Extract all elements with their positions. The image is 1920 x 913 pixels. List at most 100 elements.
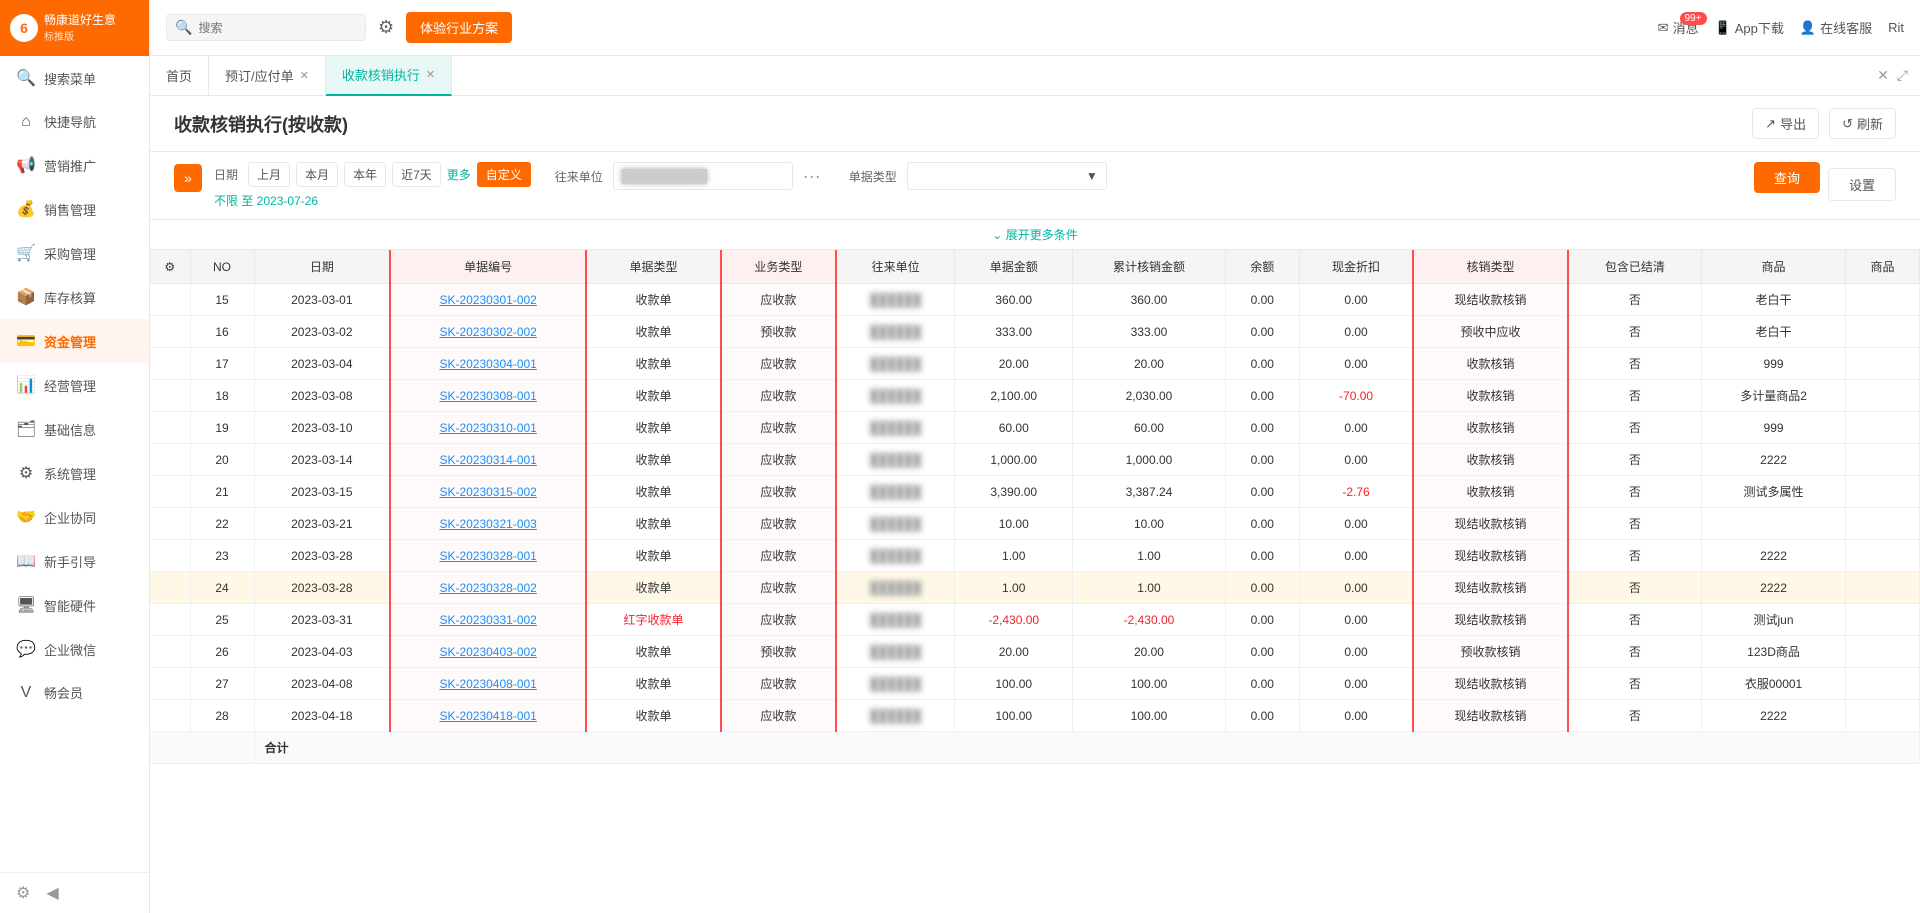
voucher-link[interactable]: SK-20230331-002 [439,613,536,627]
topbar-search-box[interactable]: 🔍 [166,14,366,41]
table-cell[interactable]: SK-20230321-003 [390,508,586,540]
voucher-link[interactable]: SK-20230418-001 [439,709,536,723]
voucher-link[interactable]: SK-20230308-001 [439,389,536,403]
table-cell: 1.00 [1073,572,1226,604]
sidebar-item-corp[interactable]: 🤝 企业协同 [0,495,149,539]
messages-button[interactable]: ✉ 消息 99+ [1658,18,1699,37]
table-cell: 2023-03-31 [254,604,390,636]
table-container[interactable]: ⚙ NO 日期 单据编号 单据类型 业务类型 往来单位 单据金额 累计核销金额 … [150,250,1920,913]
this-year-btn[interactable]: 本年 [344,162,386,187]
tab-expand-icon[interactable]: ⤢ [1897,67,1908,84]
voucher-link[interactable]: SK-20230408-001 [439,677,536,691]
table-cell[interactable]: SK-20230310-001 [390,412,586,444]
voucher-link[interactable]: SK-20230315-002 [439,485,536,499]
tab-prepay[interactable]: 预订/应付单 ✕ [209,56,326,96]
sidebar-item-hardware[interactable]: 🖥 智能硬件 [0,583,149,627]
corp-icon: 🤝 [16,507,36,527]
filter-dots[interactable]: ··· [799,166,825,187]
table-cell: 1.00 [955,540,1073,572]
collapse-icon[interactable]: ◀ [46,883,58,903]
table-cell[interactable]: SK-20230304-001 [390,348,586,380]
export-button[interactable]: ↗ 导出 [1752,108,1819,139]
voucher-link[interactable]: SK-20230328-001 [439,549,536,563]
table-cell: 应收款 [721,444,836,476]
topbar-gear-icon[interactable]: ⚙ [378,17,394,38]
table-cell [150,540,190,572]
user-info[interactable]: Rit [1888,20,1904,35]
sidebar-item-quick[interactable]: ⌂ 快捷导航 [0,100,149,143]
tabbar-actions: ✕ ⤢ [1865,67,1920,84]
table-cell: 0.00 [1299,540,1413,572]
voucher-link[interactable]: SK-20230314-001 [439,453,536,467]
sidebar-item-finance[interactable]: 💳 资金管理 [0,319,149,363]
app-download-button[interactable]: 📱 App下载 [1715,18,1784,37]
table-cell[interactable]: SK-20230314-001 [390,444,586,476]
sidebar-item-inventory[interactable]: 📦 库存核算 [0,275,149,319]
sidebar-item-operation[interactable]: 📊 经营管理 [0,363,149,407]
sidebar-item-system[interactable]: ⚙ 系统管理 [0,451,149,495]
search-input[interactable] [198,21,357,35]
industry-solution-button[interactable]: 体验行业方案 [406,12,512,43]
table-cell: 预收款 [721,636,836,668]
voucher-link[interactable]: SK-20230328-002 [439,581,536,595]
tab-collection[interactable]: 收款核销执行 ✕ [326,56,452,96]
sidebar-item-marketing[interactable]: 📢 营销推广 [0,143,149,187]
table-cell: 2023-03-21 [254,508,390,540]
table-cell [1846,284,1920,316]
online-service-button[interactable]: 👤 在线客服 [1800,18,1872,37]
table-cell[interactable]: SK-20230315-002 [390,476,586,508]
sidebar-item-member[interactable]: V 畅会员 [0,671,149,714]
refresh-button[interactable]: ↺ 刷新 [1829,108,1896,139]
table-cell: 18 [190,380,254,412]
table-cell [150,476,190,508]
last-month-btn[interactable]: 上月 [248,162,290,187]
tab-collection-close[interactable]: ✕ [426,68,435,81]
query-button[interactable]: 查询 [1754,162,1820,193]
voucher-link[interactable]: SK-20230304-001 [439,357,536,371]
voucher-link[interactable]: SK-20230310-001 [439,421,536,435]
table-cell[interactable]: SK-20230301-002 [390,284,586,316]
expand-more-btn[interactable]: ⌄ 展开更多条件 [150,220,1920,250]
tab-home[interactable]: 首页 [150,56,209,96]
sidebar-item-sales[interactable]: 💰 销售管理 [0,187,149,231]
sidebar-item-search[interactable]: 🔍 搜索菜单 [0,56,149,100]
table-cell[interactable]: SK-20230328-002 [390,572,586,604]
table-cell: 100.00 [955,700,1073,732]
settings-button[interactable]: 设置 [1828,168,1896,201]
sidebar-item-wechat[interactable]: 💬 企业微信 [0,627,149,671]
table-cell[interactable]: SK-20230308-001 [390,380,586,412]
voucher-link[interactable]: SK-20230403-002 [439,645,536,659]
table-cell: 2023-03-08 [254,380,390,412]
voucher-link[interactable]: SK-20230301-002 [439,293,536,307]
table-cell: 2023-03-28 [254,572,390,604]
custom-date-btn[interactable]: 自定义 [477,162,531,187]
tabbar: 首页 预订/应付单 ✕ 收款核销执行 ✕ ✕ ⤢ [150,56,1920,96]
last-7days-btn[interactable]: 近7天 [392,162,441,187]
sidebar-item-base[interactable]: 🗂 基础信息 [0,407,149,451]
col-gear[interactable]: ⚙ [150,250,190,284]
more-date-btn[interactable]: 更多 [447,166,471,183]
table-cell[interactable]: SK-20230328-001 [390,540,586,572]
table-cell [1846,700,1920,732]
this-month-btn[interactable]: 本月 [296,162,338,187]
tab-prepay-close[interactable]: ✕ [300,69,309,82]
table-cell: 现结收款核销 [1413,668,1567,700]
sidebar-item-purchase[interactable]: 🛒 采购管理 [0,231,149,275]
filter-toggle-btn[interactable]: » [174,164,202,192]
table-cell: 应收款 [721,572,836,604]
table-cell[interactable]: SK-20230418-001 [390,700,586,732]
column-settings-icon[interactable]: ⚙ [164,260,175,274]
table-cell: 1,000.00 [955,444,1073,476]
tab-close-all-icon[interactable]: ✕ [1877,67,1889,84]
table-cell[interactable]: SK-20230331-002 [390,604,586,636]
table-cell[interactable]: SK-20230403-002 [390,636,586,668]
col-voucher-type: 单据类型 [586,250,721,284]
table-cell[interactable]: SK-20230302-002 [390,316,586,348]
voucher-link[interactable]: SK-20230302-002 [439,325,536,339]
voucher-link[interactable]: SK-20230321-003 [439,517,536,531]
table-cell[interactable]: SK-20230408-001 [390,668,586,700]
voucher-type-select[interactable]: ▼ [907,162,1107,190]
sidebar-item-guide[interactable]: 📖 新手引导 [0,539,149,583]
partner-input[interactable]: ██████████ [613,162,793,190]
settings-icon[interactable]: ⚙ [16,883,30,903]
